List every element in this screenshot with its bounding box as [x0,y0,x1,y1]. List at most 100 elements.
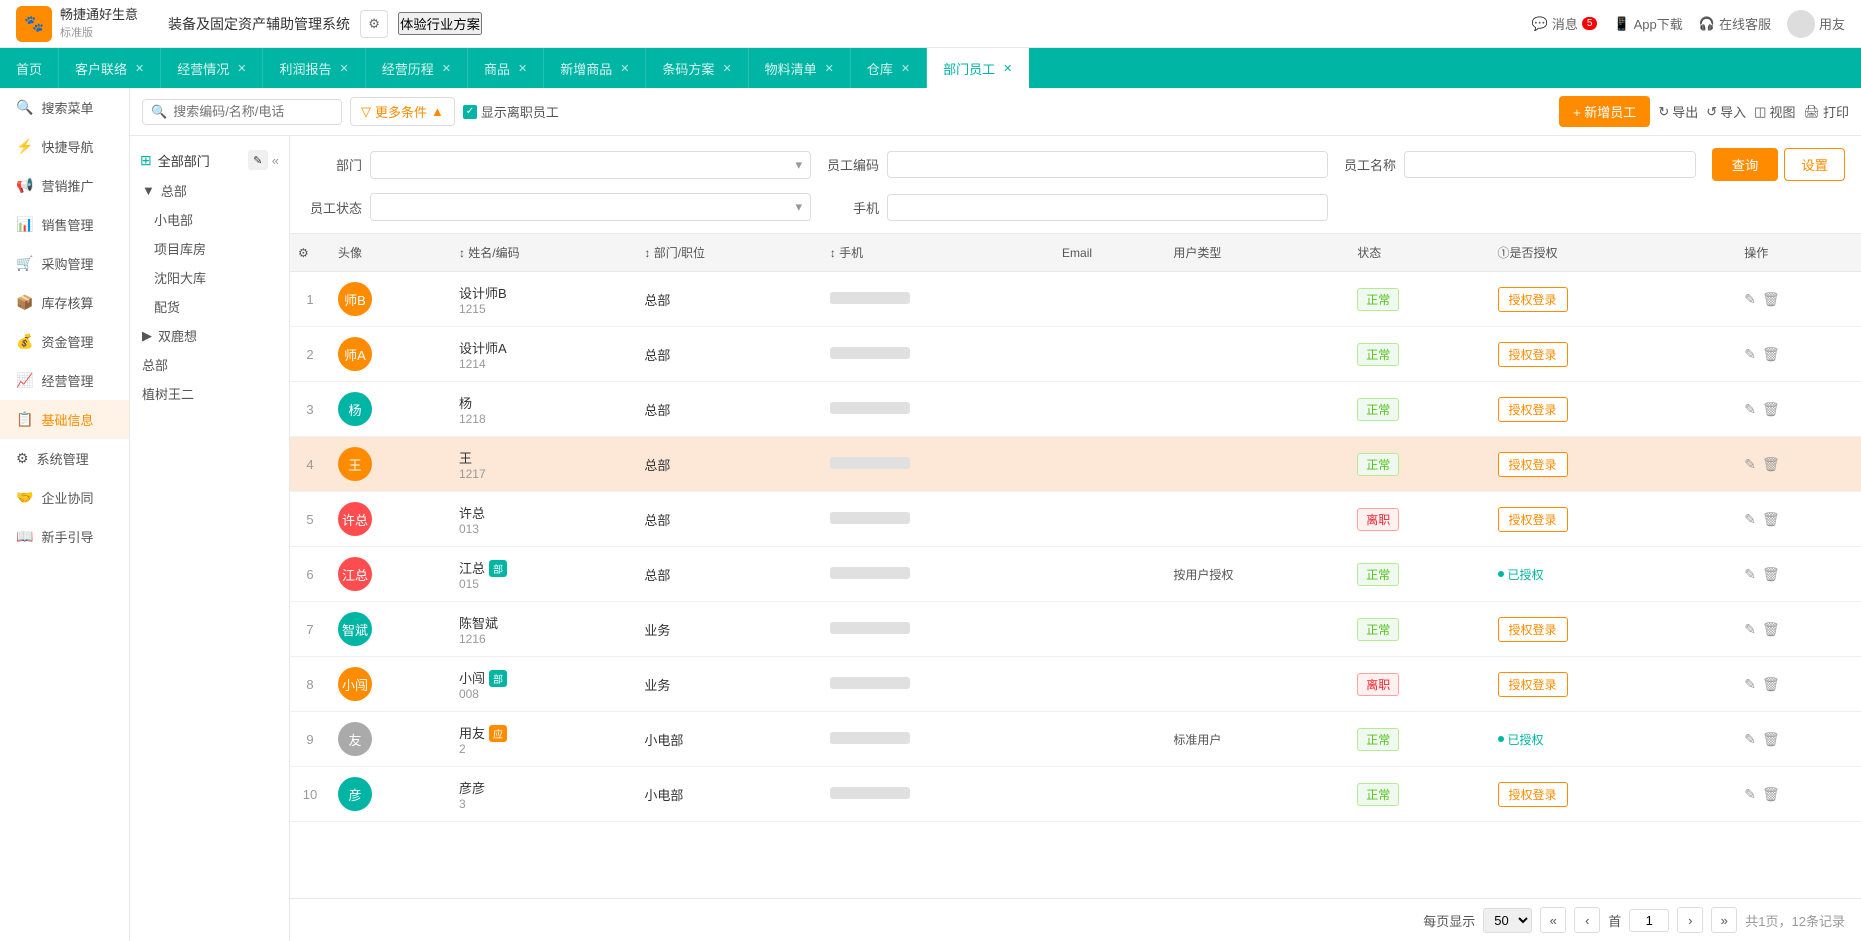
search-wrap[interactable]: 🔍 [142,99,342,125]
resigned-checkbox[interactable]: ✓ [463,105,477,119]
dept-tree-item-plant-king[interactable]: 植树王二 [130,379,289,408]
delete-button[interactable]: 🗑 [1762,621,1780,638]
sidebar-item-search[interactable]: 🔍 搜索菜单 [0,88,129,127]
delete-button[interactable]: 🗑 [1762,346,1780,363]
col-settings[interactable]: ⚙ [290,234,330,272]
messages-button[interactable]: 💬 消息 5 [1532,14,1598,33]
close-tab-department[interactable]: ✕ [1003,62,1012,75]
settings-icon[interactable]: ⚙ [360,10,388,38]
delete-button[interactable]: 🗑 [1762,511,1780,528]
sidebar-item-operation-mgmt[interactable]: 📈 经营管理 [0,361,129,400]
delete-button[interactable]: 🗑 [1762,401,1780,418]
auth-button[interactable]: 授权登录 [1498,782,1568,807]
export-button[interactable]: ↻ 导出 [1658,102,1698,121]
filter-empname-input[interactable] [1404,151,1696,178]
page-input[interactable] [1629,909,1669,932]
online-service-button[interactable]: 🎧 在线客服 [1699,14,1771,33]
sidebar-item-quick-nav[interactable]: ⚡ 快捷导航 [0,127,129,166]
auth-button[interactable]: 授权登录 [1498,507,1568,532]
sidebar-item-purchase[interactable]: 🛒 采购管理 [0,244,129,283]
auth-button[interactable]: 授权登录 [1498,617,1568,642]
filter-dept-select[interactable]: ▾ [370,151,811,179]
tab-warehouse[interactable]: 仓库✕ [851,48,927,88]
edit-button[interactable]: ✎ [1744,456,1756,473]
close-tab-barcode[interactable]: ✕ [722,62,731,75]
sidebar-item-inventory[interactable]: 📦 库存核算 [0,283,129,322]
sidebar-item-collaboration[interactable]: 🤝 企业协同 [0,478,129,517]
view-button[interactable]: ◫ 视图 [1754,102,1795,121]
auth-button[interactable]: 授权登录 [1498,397,1568,422]
tab-barcode[interactable]: 条码方案✕ [646,48,748,88]
edit-button[interactable]: ✎ [1744,786,1756,803]
col-dept[interactable]: ↕ 部门/职位 [636,234,821,272]
edit-button[interactable]: ✎ [1744,566,1756,583]
col-phone[interactable]: ↕ 手机 [822,234,1054,272]
sidebar-item-guide[interactable]: 📖 新手引导 [0,517,129,556]
dept-tree-item-delivery[interactable]: 配货 [130,292,289,321]
dept-tree-item-project[interactable]: 项目库房 [130,234,289,263]
sidebar-item-basic-info[interactable]: 📋 基础信息 [0,400,129,439]
close-tab-add-goods[interactable]: ✕ [620,62,629,75]
print-button[interactable]: 🖨 打印 [1803,102,1849,121]
dept-edit-icon[interactable]: ✎ [248,150,268,170]
dept-tree-item-hq[interactable]: 总部 [130,350,289,379]
tab-operation[interactable]: 经营情况✕ [161,48,263,88]
dept-all-label[interactable]: 全部部门 [158,151,210,170]
auth-button[interactable]: 授权登录 [1498,287,1568,312]
app-download-button[interactable]: 📱 App下载 [1613,14,1682,33]
col-name[interactable]: ↕ 姓名/编码 [451,234,636,272]
more-conditions-button[interactable]: ▽ 更多条件 ▲ [350,97,455,126]
first-page-button[interactable]: « [1540,907,1566,933]
filter-settings-button[interactable]: 设置 [1784,148,1845,181]
filter-status-select[interactable]: ▾ [370,193,811,221]
add-employee-button[interactable]: + 新增员工 [1559,96,1650,127]
last-page-button[interactable]: » [1711,907,1737,933]
delete-button[interactable]: 🗑 [1762,786,1780,803]
edit-button[interactable]: ✎ [1744,401,1756,418]
edit-button[interactable]: ✎ [1744,621,1756,638]
query-button[interactable]: 查询 [1712,148,1779,181]
delete-button[interactable]: 🗑 [1762,456,1780,473]
dept-tree-item-xdb[interactable]: 小电部 [130,205,289,234]
dept-tree-item-shuanglu[interactable]: ▶ 双鹿想 [130,321,289,350]
close-tab-goods[interactable]: ✕ [518,62,527,75]
dept-tree-item-hq-parent[interactable]: ▼ 总部 [130,176,289,205]
delete-button[interactable]: 🗑 [1762,731,1780,748]
dept-collapse-button[interactable]: « [272,153,279,168]
close-tab-material[interactable]: ✕ [825,62,834,75]
edit-button[interactable]: ✎ [1744,346,1756,363]
close-tab-operation[interactable]: ✕ [237,62,246,75]
tab-add-goods[interactable]: 新增商品✕ [544,48,646,88]
delete-button[interactable]: 🗑 [1762,676,1780,693]
tab-history[interactable]: 经营历程✕ [366,48,468,88]
close-tab-history[interactable]: ✕ [442,62,451,75]
import-button[interactable]: ↺ 导入 [1706,102,1746,121]
tab-goods[interactable]: 商品✕ [468,48,544,88]
auth-button[interactable]: 授权登录 [1498,342,1568,367]
close-tab-warehouse[interactable]: ✕ [901,62,910,75]
sidebar-item-sales[interactable]: 📊 销售管理 [0,205,129,244]
edit-button[interactable]: ✎ [1744,291,1756,308]
edit-button[interactable]: ✎ [1744,731,1756,748]
filter-phone-input[interactable] [887,194,1328,221]
dept-tree-item-shenyang[interactable]: 沈阳大库 [130,263,289,292]
next-page-button[interactable]: › [1677,907,1703,933]
close-tab-profit[interactable]: ✕ [340,62,349,75]
sidebar-item-system[interactable]: ⚙ 系统管理 [0,439,129,478]
tab-material[interactable]: 物料清单✕ [749,48,851,88]
close-tab-customer[interactable]: ✕ [135,62,144,75]
delete-button[interactable]: 🗑 [1762,566,1780,583]
auth-button[interactable]: 授权登录 [1498,452,1568,477]
edit-button[interactable]: ✎ [1744,511,1756,528]
user-menu[interactable]: 用友 [1787,10,1845,38]
tab-department[interactable]: 部门员工✕ [927,48,1029,88]
tab-customer[interactable]: 客户联络✕ [59,48,161,88]
auth-button[interactable]: 授权登录 [1498,672,1568,697]
search-input[interactable] [173,104,313,119]
per-page-select[interactable]: 50 [1483,908,1532,933]
delete-button[interactable]: 🗑 [1762,291,1780,308]
experience-button[interactable]: 体验行业方案 [398,12,482,35]
sidebar-item-finance[interactable]: 💰 资金管理 [0,322,129,361]
sidebar-item-marketing[interactable]: 📢 营销推广 [0,166,129,205]
filter-empcode-input[interactable] [887,151,1328,178]
